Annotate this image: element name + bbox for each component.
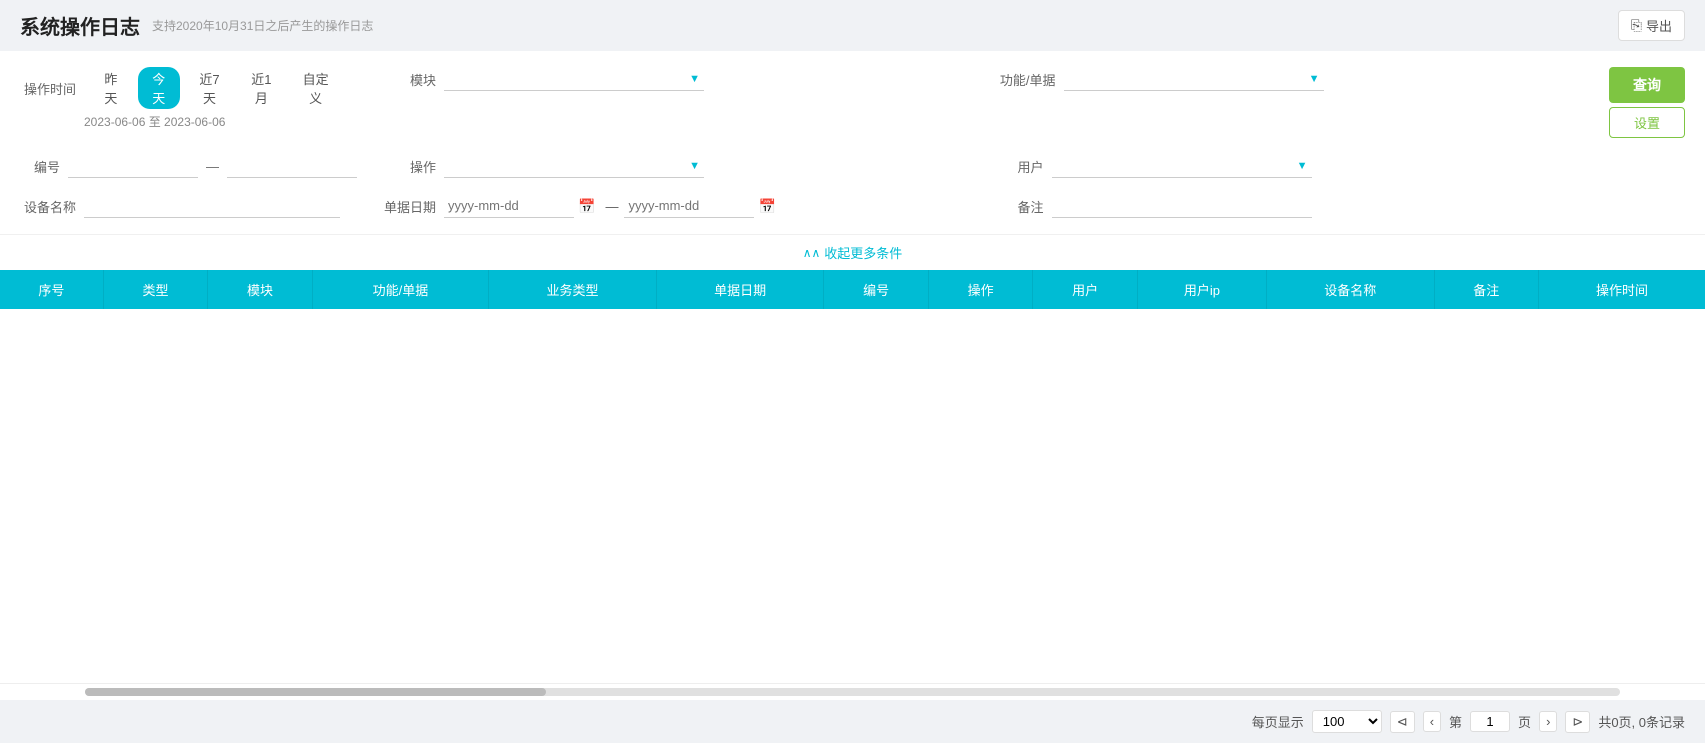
col-func: 功能/单据 — [312, 270, 488, 309]
op-arrow-icon: ▼ — [689, 160, 700, 172]
last-page-button[interactable]: ⊳ — [1565, 711, 1590, 733]
func-arrow-icon: ▼ — [1309, 73, 1320, 85]
col-remark: 备注 — [1434, 270, 1538, 309]
pagination-bar: 每页显示 100 50 200 ⊲ ‹ 第 页 › ⊳ 共0页, 0条记录 — [0, 700, 1705, 743]
time-btn-yesterday[interactable]: 昨天 — [92, 67, 130, 109]
time-label: 操作时间 — [20, 79, 76, 98]
date-to-input[interactable] — [624, 194, 754, 218]
export-label: 导出 — [1646, 16, 1672, 35]
col-optime: 操作时间 — [1539, 270, 1705, 309]
settings-button[interactable]: 设置 — [1609, 107, 1685, 138]
func-input[interactable] — [1064, 67, 1324, 91]
query-button[interactable]: 查询 — [1609, 67, 1685, 103]
module-input[interactable] — [444, 67, 704, 91]
scrollbar-area — [0, 683, 1705, 700]
remark-input[interactable] — [1052, 194, 1312, 218]
page-container: 系统操作日志 支持2020年10月31日之后产生的操作日志 ⎘ 导出 操作时间 … — [0, 0, 1705, 743]
horizontal-scrollbar[interactable] — [85, 688, 1620, 696]
table-container: 序号 类型 模块 功能/单据 业务类型 单据日期 编号 操作 用户 用户ip 设… — [0, 270, 1705, 683]
remark-filter-col: 备注 — [988, 194, 1556, 218]
calendar-to-icon[interactable]: 📅 — [758, 198, 775, 215]
module-filter-col: 模块 ▼ — [380, 67, 960, 91]
filter-row-3: 设备名称 单据日期 📅 — 📅 备注 — [20, 194, 1685, 218]
collapse-bar[interactable]: ∧∧ 收起更多条件 — [0, 234, 1705, 270]
collapse-chevron-icon: ∧∧ — [803, 246, 821, 260]
page-size-label: 每页显示 — [1252, 712, 1304, 731]
user-arrow-icon: ▼ — [1297, 160, 1308, 172]
filter-row-1: 操作时间 昨天 今天 近7天 近1月 自定义 2023-06-06 至 2023… — [20, 67, 1685, 138]
next-page-button[interactable]: › — [1539, 711, 1557, 732]
action-buttons: 查询 设置 — [1609, 67, 1685, 138]
user-label: 用户 — [988, 157, 1044, 176]
op-input[interactable] — [444, 154, 704, 178]
device-filter-col: 设备名称 — [20, 194, 340, 218]
calendar-from-icon[interactable]: 📅 — [578, 198, 595, 215]
page-size-select[interactable]: 100 50 200 — [1312, 710, 1382, 733]
collapse-label: 收起更多条件 — [824, 243, 902, 262]
col-num: 编号 — [824, 270, 928, 309]
date-filter-col: 单据日期 📅 — 📅 — [380, 194, 948, 218]
col-module: 模块 — [208, 270, 312, 309]
num-to-input[interactable] — [227, 154, 357, 178]
col-ip: 用户ip — [1137, 270, 1266, 309]
user-filter-col: 用户 ▼ — [988, 154, 1556, 178]
module-arrow-icon: ▼ — [689, 73, 700, 85]
export-button[interactable]: ⎘ 导出 — [1618, 10, 1685, 41]
num-from-input[interactable] — [68, 154, 198, 178]
col-type: 类型 — [103, 270, 207, 309]
date-from-input[interactable] — [444, 194, 574, 218]
first-page-button[interactable]: ⊲ — [1390, 711, 1415, 733]
page-header: 系统操作日志 支持2020年10月31日之后产生的操作日志 ⎘ 导出 — [0, 0, 1705, 51]
user-select-wrapper: ▼ — [1052, 154, 1312, 178]
device-input[interactable] — [84, 194, 340, 218]
export-icon: ⎘ — [1631, 17, 1642, 34]
time-btn-7days[interactable]: 近7天 — [188, 67, 232, 109]
op-filter-col: 操作 ▼ — [380, 154, 948, 178]
date-dash: — — [605, 199, 618, 214]
page-suffix-label: 页 — [1518, 712, 1531, 731]
col-user: 用户 — [1033, 270, 1137, 309]
filter-section: 操作时间 昨天 今天 近7天 近1月 自定义 2023-06-06 至 2023… — [0, 51, 1705, 234]
time-btn-1month[interactable]: 近1月 — [239, 67, 283, 109]
col-docdate: 单据日期 — [656, 270, 824, 309]
time-btn-today[interactable]: 今天 — [138, 67, 180, 109]
func-filter-col: 功能/单据 ▼ — [1000, 67, 1580, 91]
page-total: 共0页, 0条记录 — [1598, 712, 1685, 731]
device-label: 设备名称 — [20, 197, 76, 216]
prev-page-button[interactable]: ‹ — [1423, 711, 1441, 732]
table-header-row: 序号 类型 模块 功能/单据 业务类型 单据日期 编号 操作 用户 用户ip 设… — [0, 270, 1705, 309]
col-seq: 序号 — [0, 270, 103, 309]
func-label: 功能/单据 — [1000, 70, 1056, 89]
time-filter-col: 操作时间 昨天 今天 近7天 近1月 自定义 2023-06-06 至 2023… — [20, 67, 340, 130]
table-header: 序号 类型 模块 功能/单据 业务类型 单据日期 编号 操作 用户 用户ip 设… — [0, 270, 1705, 309]
col-biztype: 业务类型 — [489, 270, 657, 309]
module-label: 模块 — [380, 70, 436, 89]
time-btn-custom[interactable]: 自定义 — [291, 67, 340, 109]
data-table: 序号 类型 模块 功能/单据 业务类型 单据日期 编号 操作 用户 用户ip 设… — [0, 270, 1705, 309]
scrollbar-thumb — [85, 688, 545, 696]
op-select-wrapper: ▼ — [444, 154, 704, 178]
remark-label: 备注 — [988, 197, 1044, 216]
col-device: 设备名称 — [1266, 270, 1434, 309]
page-subtitle: 支持2020年10月31日之后产生的操作日志 — [152, 17, 373, 34]
num-dash: — — [206, 159, 219, 174]
user-input[interactable] — [1052, 154, 1312, 178]
page-title: 系统操作日志 — [20, 11, 140, 40]
page-prefix-label: 第 — [1449, 712, 1462, 731]
num-filter-col: 编号 — — [20, 154, 340, 178]
filter-row-2: 编号 — 操作 ▼ 用户 ▼ — [20, 154, 1685, 178]
num-label: 编号 — [20, 157, 60, 176]
col-op: 操作 — [928, 270, 1032, 309]
module-select-wrapper: ▼ — [444, 67, 704, 91]
time-range: 2023-06-06 至 2023-06-06 — [84, 115, 225, 129]
func-select-wrapper: ▼ — [1064, 67, 1324, 91]
op-label: 操作 — [380, 157, 436, 176]
time-options: 昨天 今天 近7天 近1月 自定义 — [92, 67, 340, 109]
date-label: 单据日期 — [380, 197, 436, 216]
page-number-input[interactable] — [1470, 711, 1510, 732]
